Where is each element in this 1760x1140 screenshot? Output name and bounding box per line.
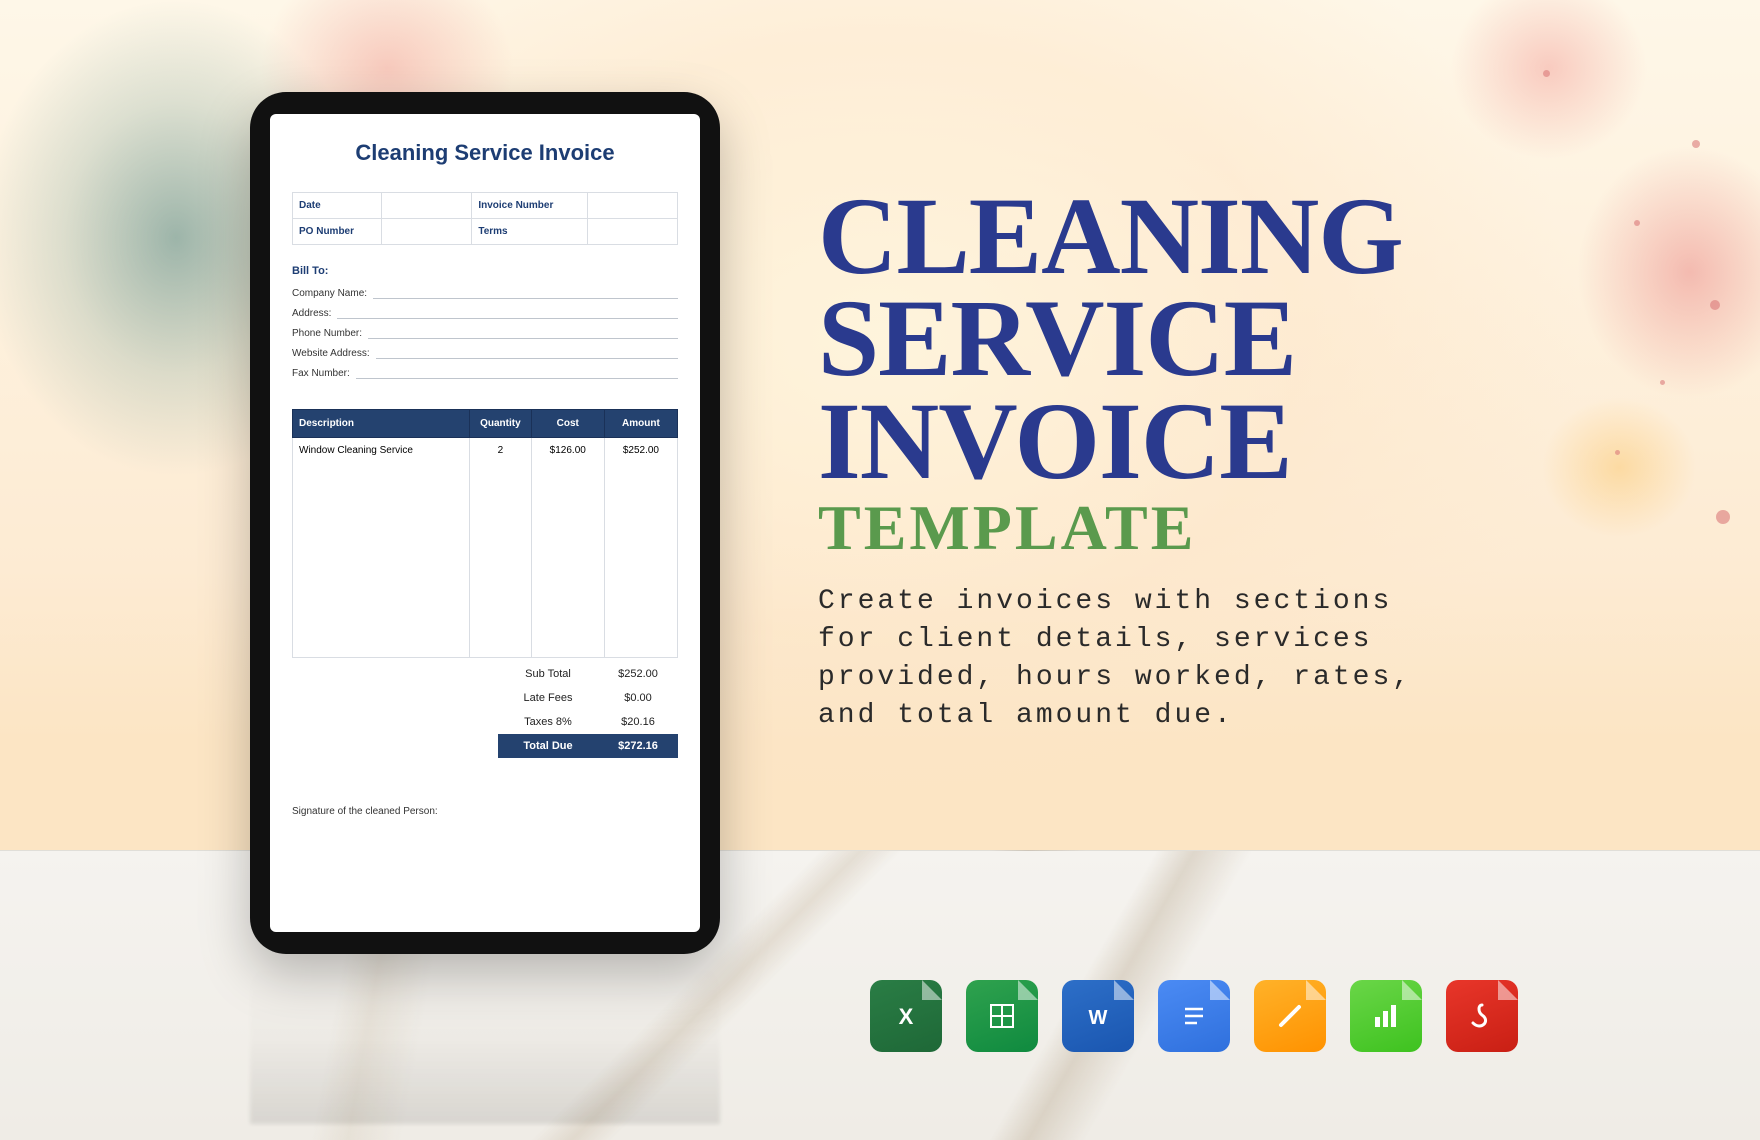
totals-block: Sub Total$252.00 Late Fees$0.00 Taxes 8%…	[292, 662, 678, 758]
bill-to-company-row: Company Name:	[292, 287, 678, 299]
subtotal-row: Sub Total$252.00	[292, 662, 678, 686]
bill-to-phone-line	[368, 327, 678, 339]
tablet-frame: Cleaning Service Invoice Date Invoice Nu…	[250, 92, 720, 954]
bill-to-phone-label: Phone Number:	[292, 328, 362, 339]
meta-terms-label: Terms	[472, 219, 588, 245]
meta-date-label: Date	[293, 193, 382, 219]
google-docs-icon[interactable]	[1158, 980, 1230, 1052]
svg-text:W: W	[1089, 1007, 1108, 1029]
meta-po-number-label: PO Number	[293, 219, 382, 245]
taxes-value: $20.16	[598, 710, 678, 734]
bill-to-heading: Bill To:	[292, 265, 678, 277]
promo-title: CLEANING SERVICE INVOICE TEMPLATE	[818, 185, 1618, 557]
bill-to-fax-label: Fax Number:	[292, 368, 350, 379]
promo-title-line3: INVOICE	[818, 380, 1292, 502]
col-amount: Amount	[604, 410, 677, 438]
item-cost: $126.00	[531, 438, 604, 658]
file-format-icons: X W	[870, 980, 1518, 1052]
taxes-row: Taxes 8%$20.16	[292, 710, 678, 734]
bill-to-fax-row: Fax Number:	[292, 367, 678, 379]
col-description: Description	[293, 410, 470, 438]
bill-to-phone-row: Phone Number:	[292, 327, 678, 339]
subtotal-value: $252.00	[598, 662, 678, 686]
word-icon[interactable]: W	[1062, 980, 1134, 1052]
tablet-screen: Cleaning Service Invoice Date Invoice Nu…	[270, 114, 700, 932]
items-table: Description Quantity Cost Amount Window …	[292, 409, 678, 658]
bill-to-fax-line	[356, 367, 678, 379]
signature-label: Signature of the cleaned Person:	[292, 806, 678, 817]
bill-to-address-label: Address:	[292, 308, 331, 319]
meta-date-value	[382, 193, 472, 219]
pdf-icon[interactable]	[1446, 980, 1518, 1052]
speckle	[1543, 70, 1550, 77]
late-fees-label: Late Fees	[498, 686, 598, 710]
google-sheets-icon[interactable]	[966, 980, 1038, 1052]
bill-to-company-line	[373, 287, 678, 299]
late-fees-value: $0.00	[598, 686, 678, 710]
total-due-value: $272.16	[598, 734, 678, 758]
meta-invoice-number-value	[588, 193, 678, 219]
invoice-meta-table: Date Invoice Number PO Number Terms	[292, 192, 678, 245]
speckle	[1692, 140, 1700, 148]
numbers-icon[interactable]	[1350, 980, 1422, 1052]
bill-to-company-label: Company Name:	[292, 288, 367, 299]
speckle	[1634, 220, 1640, 226]
bill-to-website-line	[376, 347, 678, 359]
subtotal-label: Sub Total	[498, 662, 598, 686]
speckle	[1716, 510, 1730, 524]
late-fees-row: Late Fees$0.00	[292, 686, 678, 710]
bill-to-address-row: Address:	[292, 307, 678, 319]
col-quantity: Quantity	[470, 410, 532, 438]
excel-icon[interactable]: X	[870, 980, 942, 1052]
taxes-label: Taxes 8%	[498, 710, 598, 734]
meta-invoice-number-label: Invoice Number	[472, 193, 588, 219]
total-due-label: Total Due	[498, 734, 598, 758]
promo-text-block: CLEANING SERVICE INVOICE TEMPLATE Create…	[818, 185, 1618, 735]
promo-title-sub: TEMPLATE	[818, 498, 1618, 558]
meta-terms-value	[588, 219, 678, 245]
item-quantity: 2	[470, 438, 532, 658]
table-row: Window Cleaning Service 2 $126.00 $252.0…	[293, 438, 678, 658]
promo-description: Create invoices with sections for client…	[818, 583, 1428, 734]
bill-to-address-line	[337, 307, 678, 319]
pages-icon[interactable]	[1254, 980, 1326, 1052]
bill-to-website-row: Website Address:	[292, 347, 678, 359]
col-cost: Cost	[531, 410, 604, 438]
item-amount: $252.00	[604, 438, 677, 658]
tablet-reflection	[250, 954, 720, 1124]
item-description: Window Cleaning Service	[293, 438, 470, 658]
bill-to-website-label: Website Address:	[292, 348, 370, 359]
speckle	[1710, 300, 1720, 310]
invoice-title: Cleaning Service Invoice	[292, 140, 678, 166]
svg-text:X: X	[899, 1004, 914, 1029]
meta-po-number-value	[382, 219, 472, 245]
total-due-row: Total Due$272.16	[292, 734, 678, 758]
speckle	[1660, 380, 1665, 385]
